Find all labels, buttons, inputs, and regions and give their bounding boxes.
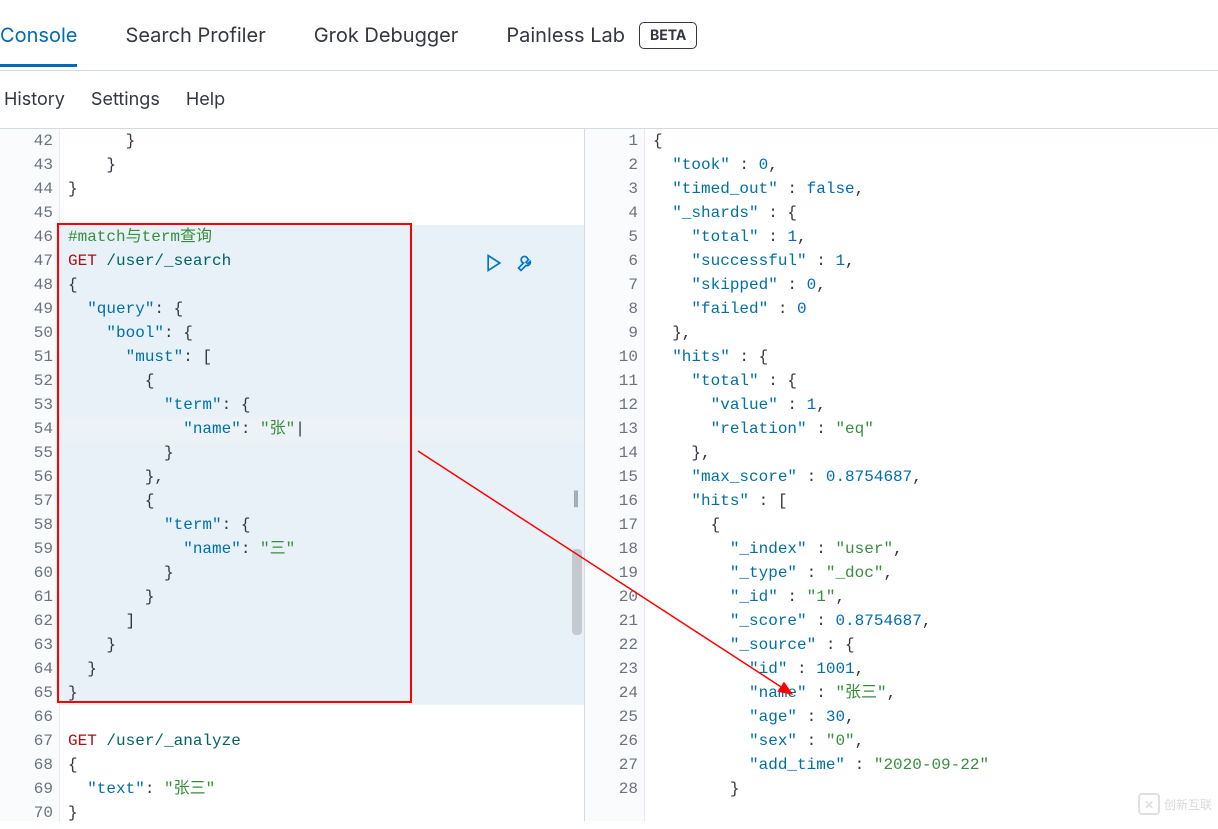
tab-painless[interactable]: Painless Lab [506,3,625,67]
editor-panels: 4243444546474849505152535455565758596061… [0,129,1218,821]
tab-profiler[interactable]: Search Profiler [125,3,265,67]
subnav-help[interactable]: Help [186,89,225,110]
run-icon[interactable] [484,253,504,277]
request-actions [484,253,536,277]
tabs-bar: Console Search Profiler Grok Debugger Pa… [0,0,1218,71]
response-viewer[interactable]: 1234567891011121314151617181920212223242… [585,129,1218,821]
response-code: { "took" : 0, "timed_out" : false, "_sha… [645,129,1218,821]
subnav-settings[interactable]: Settings [91,89,160,110]
beta-badge: BETA [639,22,697,49]
watermark: ✕ 创新互联 [1112,789,1212,819]
request-code[interactable]: } }}#match与term查询GET /user/_search{ "que… [60,129,584,821]
request-gutter: 4243444546474849505152535455565758596061… [0,129,60,821]
watermark-icon: ✕ [1138,793,1160,815]
subnav-history[interactable]: History [4,89,65,110]
watermark-text: 创新互联 [1164,796,1212,813]
tab-console[interactable]: Console [0,3,77,67]
split-handle[interactable]: ‖ [568,177,584,821]
request-editor[interactable]: 4243444546474849505152535455565758596061… [0,129,585,821]
tab-grok[interactable]: Grok Debugger [314,3,459,67]
wrench-icon[interactable] [516,253,536,277]
console-subnav: History Settings Help [0,71,1218,129]
response-gutter: 1234567891011121314151617181920212223242… [585,129,645,821]
